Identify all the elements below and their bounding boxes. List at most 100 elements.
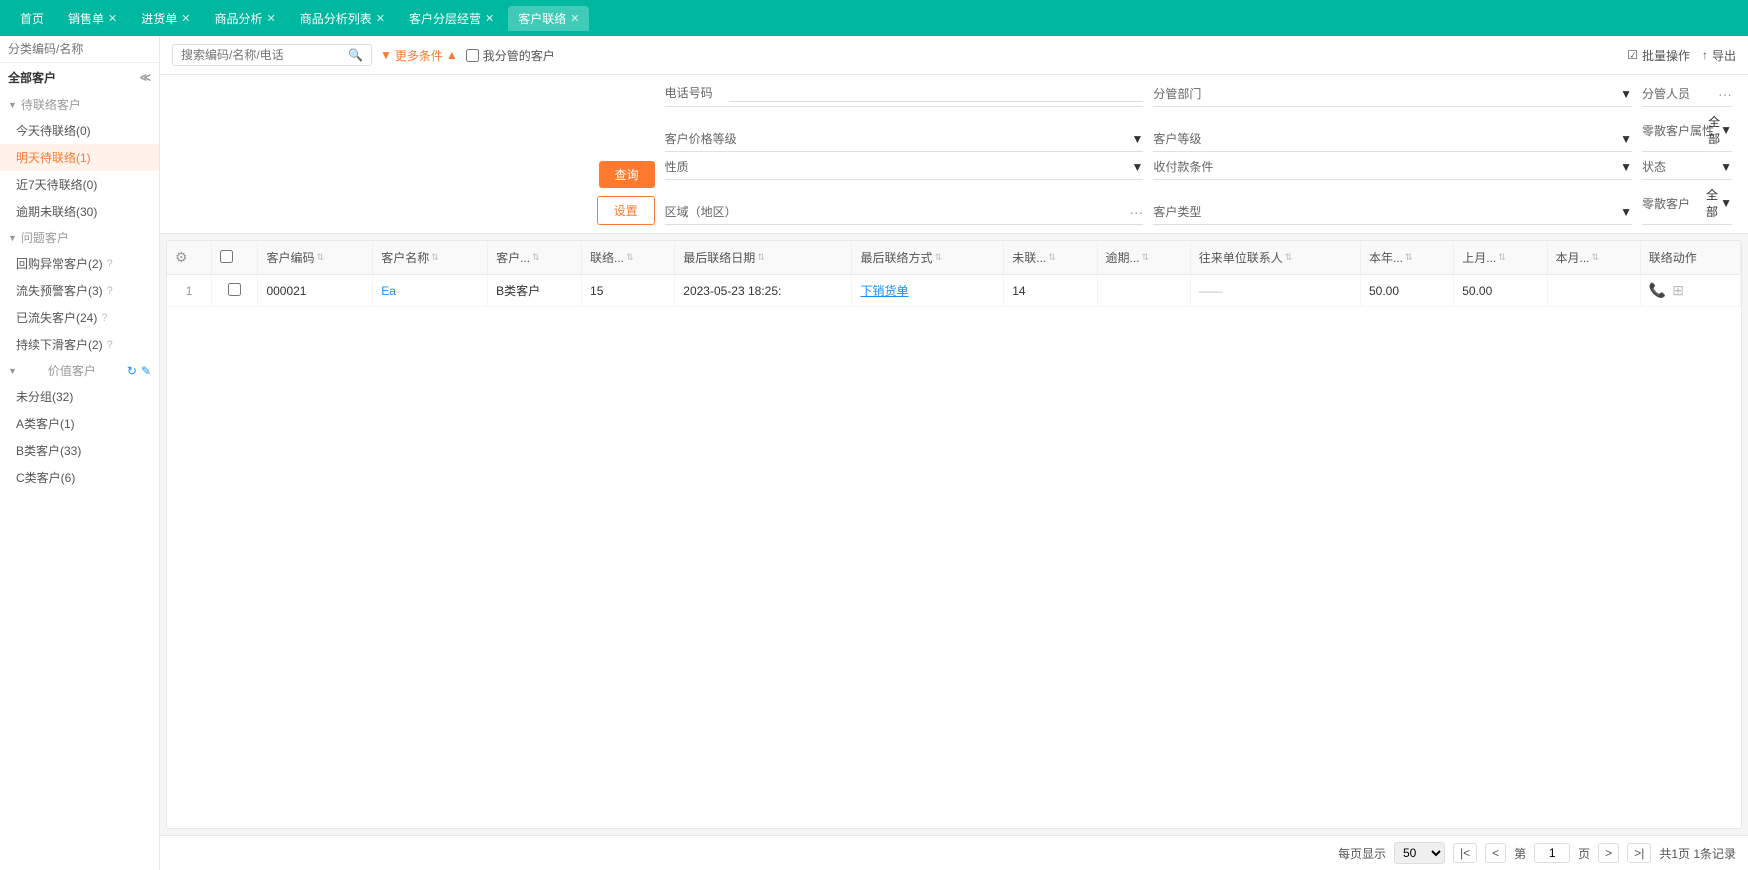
filter-region-dots[interactable]: ···: [1129, 204, 1143, 220]
nav-item-home[interactable]: 首页: [10, 6, 54, 31]
page-number-input[interactable]: [1534, 843, 1570, 863]
help-icon-repurchase[interactable]: ?: [107, 258, 113, 270]
sidebar-all-customers[interactable]: 全部客户 ≪: [0, 63, 159, 92]
col-type[interactable]: 客户...⇅: [488, 241, 582, 275]
nav-item-customer-contact[interactable]: 客户联络 ✕: [508, 6, 589, 31]
filter-level-select[interactable]: ▼: [1217, 132, 1632, 146]
filter-scatter-select[interactable]: 全部 ▼: [1708, 113, 1732, 147]
help-icon-churning[interactable]: ?: [107, 285, 113, 297]
filter-status-select[interactable]: ▼: [1706, 160, 1732, 174]
col-overdue[interactable]: 逾期...⇅: [1097, 241, 1190, 275]
filter-dept-select[interactable]: ▼: [1217, 87, 1632, 101]
nav-item-analysis-list[interactable]: 商品分析列表 ✕: [290, 6, 395, 31]
filter-scatter2-select[interactable]: 全部 ▼: [1706, 186, 1732, 220]
filter-dept[interactable]: 分管部门 ▼: [1153, 85, 1632, 107]
filter-scatter[interactable]: 零散客户 全部 ▼: [1642, 186, 1732, 225]
nav-close-analysis[interactable]: ✕: [267, 12, 276, 25]
filter-nature-select[interactable]: ▼: [729, 160, 1144, 174]
cell-this-year: 50.00: [1361, 275, 1454, 307]
sidebar-search-input[interactable]: [8, 42, 160, 56]
query-button[interactable]: 查询: [599, 161, 655, 188]
filter-status[interactable]: 状态 ▼: [1642, 158, 1732, 180]
main-search-icon[interactable]: 🔍: [348, 48, 363, 62]
help-icon-churned[interactable]: ?: [101, 312, 107, 324]
col-uncontacted[interactable]: 未联...⇅: [1004, 241, 1097, 275]
my-customers-checkbox[interactable]: [466, 49, 479, 62]
nav-close-analysis-list[interactable]: ✕: [376, 12, 385, 25]
sidebar-item-churned[interactable]: 已流失客户(24) ?: [0, 304, 159, 331]
sidebar: 🔍 全部客户 ≪ 待联络客户 今天待联络(0) 明天待联络(1) 近7天待联络(…: [0, 36, 160, 870]
sidebar-item-churning[interactable]: 流失预警客户(3) ?: [0, 277, 159, 304]
nav-label-analysis-list: 商品分析列表: [300, 10, 372, 27]
cell-name[interactable]: Ea: [373, 275, 488, 307]
filter-customer-level[interactable]: 客户等级 ▼: [1153, 130, 1632, 152]
row-checkbox[interactable]: [228, 283, 241, 296]
sidebar-group-problem[interactable]: 问题客户: [0, 225, 159, 250]
help-icon-declining[interactable]: ?: [107, 339, 113, 351]
col-this-month[interactable]: 本月...⇅: [1547, 241, 1640, 275]
filter-manager-dots[interactable]: ···: [1718, 86, 1732, 102]
col-this-year[interactable]: 本年...⇅: [1361, 241, 1454, 275]
col-contact2[interactable]: 往来单位联系人⇅: [1190, 241, 1360, 275]
value-edit-icon[interactable]: ✎: [141, 364, 151, 378]
select-all-checkbox[interactable]: [220, 250, 233, 263]
sidebar-item-week[interactable]: 近7天待联络(0): [0, 171, 159, 198]
col-last-date[interactable]: 最后联络日期⇅: [675, 241, 852, 275]
export-button[interactable]: ↑ 导出: [1702, 47, 1736, 64]
nav-item-purchase[interactable]: 进货单 ✕: [131, 6, 200, 31]
chevron-down-icon-7: ▼: [1720, 160, 1732, 174]
filter-customer-type[interactable]: 客户类型 ▼: [1153, 203, 1632, 225]
filter-phone-input[interactable]: [729, 83, 1144, 102]
col-checkbox[interactable]: [212, 241, 258, 275]
filter-price-select[interactable]: ▼: [741, 132, 1144, 146]
filter-scatter-attr[interactable]: 零散客户属性 全部 ▼: [1642, 113, 1732, 152]
more-filter-button[interactable]: ▼ 更多条件 ▲: [380, 47, 458, 64]
batch-operate-button[interactable]: ☑ 批量操作: [1627, 47, 1690, 64]
filter-nature[interactable]: 性质 ▼: [665, 158, 1144, 180]
sidebar-item-repurchase[interactable]: 回购异常客户(2) ?: [0, 250, 159, 277]
nav-close-purchase[interactable]: ✕: [181, 12, 190, 25]
filter-payment[interactable]: 收付款条件 ▼: [1153, 158, 1632, 180]
sidebar-item-ungroup[interactable]: 未分组(32): [0, 383, 159, 410]
sidebar-item-tomorrow[interactable]: 明天待联络(1): [0, 144, 159, 171]
my-customers-checkbox-wrap[interactable]: 我分管的客户: [466, 47, 555, 64]
nav-item-analysis[interactable]: 商品分析 ✕: [204, 6, 285, 31]
action-grid-icon[interactable]: ⊞: [1672, 282, 1684, 299]
last-method-link[interactable]: 下销货单: [860, 284, 908, 298]
next-page-button[interactable]: >: [1598, 843, 1619, 863]
col-code[interactable]: 客户编码⇅: [258, 241, 373, 275]
value-refresh-icon[interactable]: ↻: [127, 364, 137, 378]
col-gear[interactable]: ⚙: [167, 241, 212, 275]
last-page-button[interactable]: >|: [1627, 843, 1651, 863]
filter-price-level[interactable]: 客户价格等级 ▼: [665, 130, 1144, 152]
cell-checkbox[interactable]: [212, 275, 258, 307]
sidebar-item-overdue[interactable]: 逾期未联络(30): [0, 198, 159, 225]
export-icon: ↑: [1702, 48, 1708, 62]
col-last-method[interactable]: 最后联络方式⇅: [852, 241, 1004, 275]
sidebar-item-a-class[interactable]: A类客户(1): [0, 410, 159, 437]
nav-item-sales[interactable]: 销售单 ✕: [58, 6, 127, 31]
cell-last-method[interactable]: 下销货单: [852, 275, 1004, 307]
sidebar-item-declining[interactable]: 持续下滑客户(2) ?: [0, 331, 159, 358]
main-search-input[interactable]: [181, 48, 344, 62]
nav-close-customer-contact[interactable]: ✕: [570, 12, 579, 25]
filter-type-select[interactable]: ▼: [1217, 205, 1632, 219]
action-phone-icon[interactable]: 📞: [1649, 282, 1666, 299]
sidebar-item-b-class[interactable]: B类客户(33): [0, 437, 159, 464]
first-page-button[interactable]: |<: [1453, 843, 1477, 863]
prev-page-button[interactable]: <: [1485, 843, 1506, 863]
sidebar-group-pending[interactable]: 待联络客户: [0, 92, 159, 117]
setting-button[interactable]: 设置: [597, 196, 655, 225]
col-contact[interactable]: 联络...⇅: [582, 241, 675, 275]
col-name[interactable]: 客户名称⇅: [373, 241, 488, 275]
nav-close-sales[interactable]: ✕: [108, 12, 117, 25]
sidebar-group-value[interactable]: 价值客户 ↻ ✎: [0, 358, 159, 383]
sidebar-collapse-icon: ≪: [139, 71, 151, 84]
nav-item-customer-tier[interactable]: 客户分层经营 ✕: [399, 6, 504, 31]
per-page-select[interactable]: 50 100 200: [1394, 842, 1445, 864]
sidebar-item-today[interactable]: 今天待联络(0): [0, 117, 159, 144]
filter-payment-select[interactable]: ▼: [1217, 160, 1632, 174]
sidebar-item-c-class[interactable]: C类客户(6): [0, 464, 159, 491]
nav-close-customer-tier[interactable]: ✕: [485, 12, 494, 25]
col-last-month[interactable]: 上月...⇅: [1454, 241, 1547, 275]
